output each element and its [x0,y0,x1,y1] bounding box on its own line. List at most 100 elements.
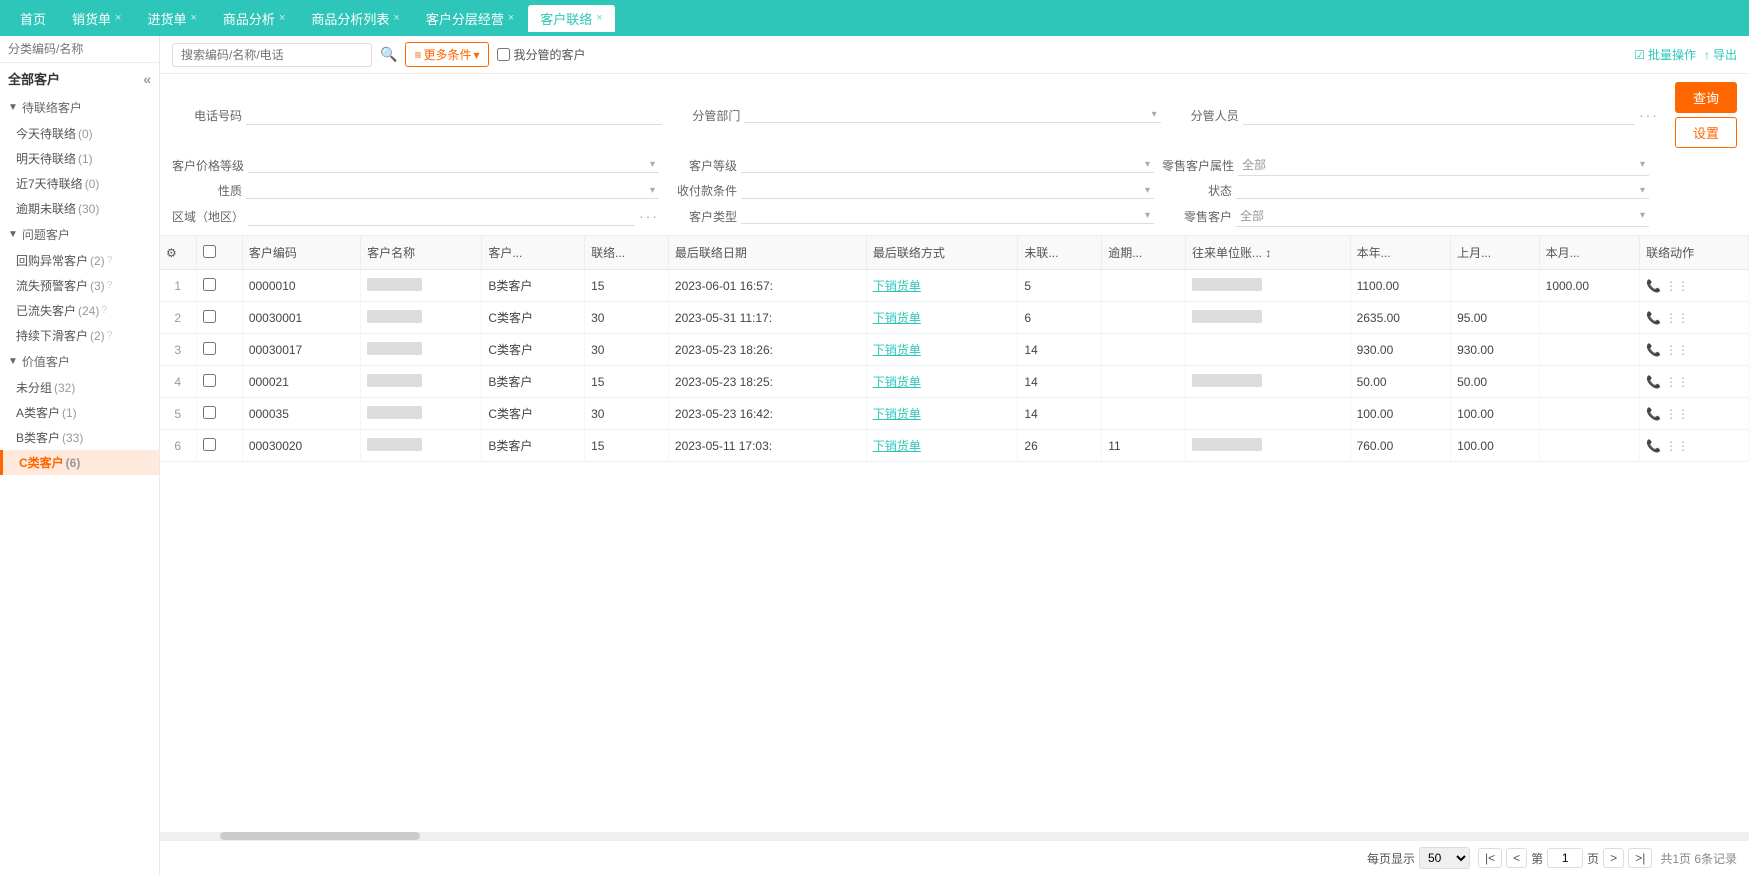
last-method-link[interactable]: 下销货单 [873,407,921,421]
more-action-icon[interactable]: ⋮⋮ [1665,343,1689,357]
page-next-btn[interactable]: > [1603,848,1624,868]
row-last-method[interactable]: 下销货单 [866,270,1018,302]
last-method-link[interactable]: 下销货单 [873,439,921,453]
col-action-header[interactable]: 联络动作 [1640,236,1749,270]
more-action-icon[interactable]: ⋮⋮ [1665,279,1689,293]
more-action-icon[interactable]: ⋮⋮ [1665,375,1689,389]
col-code-header[interactable]: 客户编码 [242,236,360,270]
help-icon[interactable]: ? [107,330,113,341]
col-contact-header[interactable]: 联络... [585,236,669,270]
col-checkbox-header[interactable] [196,236,242,270]
adv-region-dots[interactable]: ··· [639,208,659,224]
adv-nature-select[interactable]: ▾ [246,183,659,199]
close-tab-icon[interactable]: × [393,12,399,24]
filter-more-btn[interactable]: ≡ 更多条件 ▾ [405,42,488,67]
close-tab-icon[interactable]: × [279,12,285,24]
sidebar-collapse-icon[interactable]: « [143,71,151,87]
select-all-checkbox[interactable] [203,245,216,258]
row-checkbox-cell[interactable] [196,270,242,302]
sidebar-section-价值客户[interactable]: ▼价值客户 [0,348,159,375]
close-tab-icon[interactable]: × [596,12,602,24]
row-last-method[interactable]: 下销货单 [866,366,1018,398]
row-checkbox[interactable] [203,310,216,323]
page-size-select[interactable]: 50 20 100 [1419,847,1470,869]
adv-phone-input[interactable] [246,106,662,125]
row-checkbox-cell[interactable] [196,334,242,366]
col-no-contact-header[interactable]: 未联... [1018,236,1102,270]
page-first-btn[interactable]: |< [1478,848,1502,868]
row-last-method[interactable]: 下销货单 [866,430,1018,462]
sidebar-item[interactable]: 明天待联络(1) [0,146,159,171]
row-action[interactable]: 📞 ⋮⋮ [1640,270,1749,302]
export-btn[interactable]: ↑ 导出 [1704,46,1737,63]
batch-op-btn[interactable]: ☑ 批量操作 [1634,46,1696,63]
sidebar-item[interactable]: B类客户(33) [0,425,159,450]
row-action[interactable]: 📞 ⋮⋮ [1640,366,1749,398]
adv-retail-cust-select[interactable]: 全部 ▾ [1236,205,1649,227]
page-prev-btn[interactable]: < [1506,848,1527,868]
call-icon[interactable]: 📞 [1646,407,1661,421]
more-action-icon[interactable]: ⋮⋮ [1665,407,1689,421]
adv-payment-select[interactable]: ▾ [741,183,1154,199]
nav-item-客户联络[interactable]: 客户联络× [528,5,614,32]
row-checkbox-cell[interactable] [196,430,242,462]
col-type-header[interactable]: 客户... [482,236,585,270]
adv-status-select[interactable]: ▾ [1236,183,1649,199]
adv-manager-input[interactable] [1243,106,1635,125]
sidebar-section-待联络客户[interactable]: ▼待联络客户 [0,94,159,121]
query-button[interactable]: 查询 [1675,82,1737,113]
sidebar-section-问题客户[interactable]: ▼问题客户 [0,221,159,248]
nav-item-销货单[interactable]: 销货单× [60,5,133,32]
filter-search-btn[interactable]: 🔍 [380,46,397,63]
row-checkbox[interactable] [203,438,216,451]
adv-retail-attr-select[interactable]: 全部 ▾ [1238,154,1649,176]
close-tab-icon[interactable]: × [508,12,514,24]
sidebar-item[interactable]: 未分组(32) [0,375,159,400]
sidebar-item[interactable]: 流失预警客户(3)? [0,273,159,298]
close-tab-icon[interactable]: × [115,12,121,24]
nav-item-商品分析[interactable]: 商品分析× [211,5,297,32]
col-unit-balance-header[interactable]: 往来单位账... ↕ [1185,236,1350,270]
adv-dept-select[interactable]: ▾ [744,107,1160,123]
row-checkbox[interactable] [203,406,216,419]
last-method-link[interactable]: 下销货单 [873,279,921,293]
sidebar-item[interactable]: 回购异常客户(2)? [0,248,159,273]
sidebar-all-label[interactable]: 全部客户 [8,69,60,88]
col-last-month-header[interactable]: 上月... [1451,236,1540,270]
row-checkbox-cell[interactable] [196,398,242,430]
nav-item-商品分析列表[interactable]: 商品分析列表× [299,5,411,32]
row-last-method[interactable]: 下销货单 [866,334,1018,366]
sidebar-item[interactable]: 今天待联络(0) [0,121,159,146]
row-action[interactable]: 📞 ⋮⋮ [1640,334,1749,366]
call-icon[interactable]: 📞 [1646,439,1661,453]
sidebar-item[interactable]: 已流失客户(24)? [0,298,159,323]
help-icon[interactable]: ? [101,305,107,316]
call-icon[interactable]: 📞 [1646,343,1661,357]
help-icon[interactable]: ? [107,255,113,266]
nav-item-进货单[interactable]: 进货单× [135,5,208,32]
sidebar-item[interactable]: 近7天待联络(0) [0,171,159,196]
adv-region-input[interactable] [248,207,635,226]
last-method-link[interactable]: 下销货单 [873,311,921,325]
sidebar-item[interactable]: C类客户(6) [0,450,159,475]
last-method-link[interactable]: 下销货单 [873,375,921,389]
nav-item-客户分层经营[interactable]: 客户分层经营× [414,5,526,32]
sidebar-item[interactable]: 逾期未联络(30) [0,196,159,221]
sidebar-item[interactable]: 持续下滑客户(2)? [0,323,159,348]
page-last-btn[interactable]: >| [1628,848,1652,868]
adv-price-grade-select[interactable]: ▾ [248,157,659,173]
row-checkbox[interactable] [203,374,216,387]
col-name-header[interactable]: 客户名称 [361,236,482,270]
row-action[interactable]: 📞 ⋮⋮ [1640,302,1749,334]
col-last-method-header[interactable]: 最后联络方式 [866,236,1018,270]
row-last-method[interactable]: 下销货单 [866,302,1018,334]
set-button[interactable]: 设置 [1675,117,1737,148]
my-customers-checkbox[interactable] [497,48,510,61]
col-last-date-header[interactable]: 最后联络日期 [668,236,866,270]
adv-cust-type-select[interactable]: ▾ [741,208,1154,224]
col-this-month-header[interactable]: 本月... [1539,236,1640,270]
row-action[interactable]: 📞 ⋮⋮ [1640,430,1749,462]
page-number-input[interactable] [1547,848,1583,868]
adv-cust-grade-select[interactable]: ▾ [741,157,1154,173]
more-action-icon[interactable]: ⋮⋮ [1665,311,1689,325]
